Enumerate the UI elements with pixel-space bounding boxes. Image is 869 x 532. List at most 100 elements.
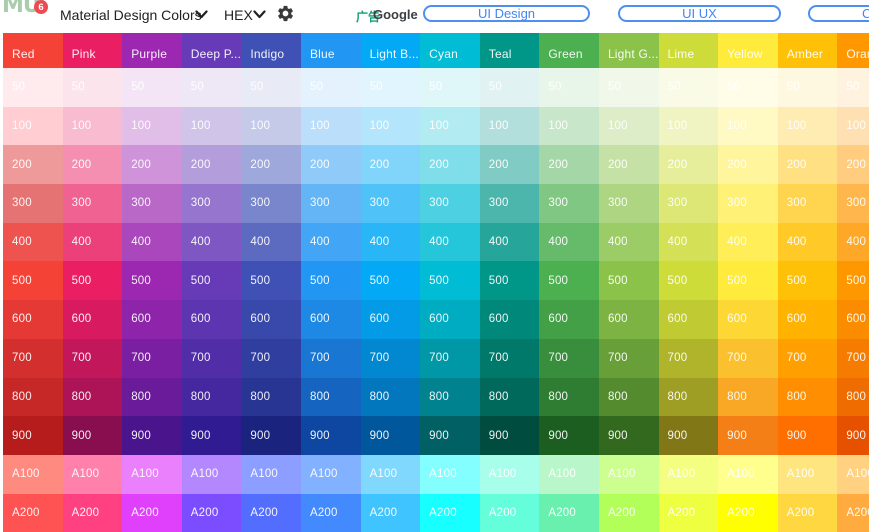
color-swatch-blue-a100[interactable]: A100 [301, 455, 361, 494]
color-swatch-yellow-400[interactable]: 400 [718, 223, 778, 262]
color-swatch-pink-50[interactable]: 50 [63, 68, 123, 107]
color-swatch-green-600[interactable]: 600 [539, 300, 599, 339]
color-swatch-amber-200[interactable]: 200 [778, 145, 838, 184]
color-swatch-purple-300[interactable]: 300 [122, 184, 182, 223]
color-swatch-deep-purple-300[interactable]: 300 [182, 184, 242, 223]
color-swatch-teal-400[interactable]: 400 [480, 223, 540, 262]
column-header-orange[interactable]: Orange [837, 33, 869, 68]
color-swatch-yellow-900[interactable]: 900 [718, 416, 778, 455]
color-swatch-cyan-100[interactable]: 100 [420, 107, 480, 146]
color-swatch-indigo-100[interactable]: 100 [241, 107, 301, 146]
settings-gear-icon[interactable] [276, 4, 295, 23]
color-swatch-light-blue-700[interactable]: 700 [361, 339, 421, 378]
color-swatch-light-green-800[interactable]: 800 [599, 378, 659, 417]
color-swatch-purple-500[interactable]: 500 [122, 261, 182, 300]
color-swatch-yellow-200[interactable]: 200 [718, 145, 778, 184]
color-swatch-lime-300[interactable]: 300 [659, 184, 719, 223]
color-swatch-cyan-200[interactable]: 200 [420, 145, 480, 184]
color-swatch-purple-a100[interactable]: A100 [122, 455, 182, 494]
color-swatch-light-green-900[interactable]: 900 [599, 416, 659, 455]
color-swatch-blue-500[interactable]: 500 [301, 261, 361, 300]
color-swatch-teal-a200[interactable]: A200 [480, 494, 540, 532]
color-swatch-orange-100[interactable]: 100 [837, 107, 869, 146]
color-swatch-yellow-500[interactable]: 500 [718, 261, 778, 300]
color-swatch-light-blue-600[interactable]: 600 [361, 300, 421, 339]
column-header-lime[interactable]: Lime [659, 33, 719, 68]
color-swatch-red-900[interactable]: 900 [3, 416, 63, 455]
color-swatch-amber-a200[interactable]: A200 [778, 494, 838, 532]
color-swatch-cyan-700[interactable]: 700 [420, 339, 480, 378]
color-swatch-purple-700[interactable]: 700 [122, 339, 182, 378]
color-swatch-green-50[interactable]: 50 [539, 68, 599, 107]
color-swatch-light-blue-300[interactable]: 300 [361, 184, 421, 223]
color-swatch-green-100[interactable]: 100 [539, 107, 599, 146]
color-swatch-indigo-a200[interactable]: A200 [241, 494, 301, 532]
color-swatch-light-green-400[interactable]: 400 [599, 223, 659, 262]
color-swatch-purple-a200[interactable]: A200 [122, 494, 182, 532]
color-swatch-deep-purple-800[interactable]: 800 [182, 378, 242, 417]
color-swatch-light-blue-a200[interactable]: A200 [361, 494, 421, 532]
color-swatch-light-green-200[interactable]: 200 [599, 145, 659, 184]
color-swatch-pink-900[interactable]: 900 [63, 416, 123, 455]
color-swatch-green-a200[interactable]: A200 [539, 494, 599, 532]
color-swatch-red-700[interactable]: 700 [3, 339, 63, 378]
color-swatch-pink-700[interactable]: 700 [63, 339, 123, 378]
color-swatch-indigo-500[interactable]: 500 [241, 261, 301, 300]
color-swatch-orange-a100[interactable]: A100 [837, 455, 869, 494]
color-swatch-indigo-a100[interactable]: A100 [241, 455, 301, 494]
color-swatch-light-blue-800[interactable]: 800 [361, 378, 421, 417]
column-header-purple[interactable]: Purple [122, 33, 182, 68]
color-swatch-deep-purple-50[interactable]: 50 [182, 68, 242, 107]
color-swatch-light-green-100[interactable]: 100 [599, 107, 659, 146]
color-swatch-lime-50[interactable]: 50 [659, 68, 719, 107]
ad-button-ui-ux[interactable]: UI UX [618, 5, 781, 22]
column-header-cyan[interactable]: Cyan [420, 33, 480, 68]
color-swatch-green-200[interactable]: 200 [539, 145, 599, 184]
color-swatch-orange-a200[interactable]: A200 [837, 494, 869, 532]
color-swatch-yellow-50[interactable]: 50 [718, 68, 778, 107]
color-swatch-lime-200[interactable]: 200 [659, 145, 719, 184]
color-swatch-pink-200[interactable]: 200 [63, 145, 123, 184]
color-swatch-pink-500[interactable]: 500 [63, 261, 123, 300]
color-swatch-orange-200[interactable]: 200 [837, 145, 869, 184]
color-swatch-pink-300[interactable]: 300 [63, 184, 123, 223]
color-swatch-green-800[interactable]: 800 [539, 378, 599, 417]
color-swatch-amber-600[interactable]: 600 [778, 300, 838, 339]
color-swatch-pink-800[interactable]: 800 [63, 378, 123, 417]
color-swatch-teal-200[interactable]: 200 [480, 145, 540, 184]
color-swatch-lime-a200[interactable]: A200 [659, 494, 719, 532]
color-swatch-yellow-300[interactable]: 300 [718, 184, 778, 223]
column-header-light-green[interactable]: Light G... [599, 33, 659, 68]
color-swatch-amber-a100[interactable]: A100 [778, 455, 838, 494]
color-swatch-teal-800[interactable]: 800 [480, 378, 540, 417]
color-swatch-deep-purple-600[interactable]: 600 [182, 300, 242, 339]
color-swatch-blue-800[interactable]: 800 [301, 378, 361, 417]
color-swatch-purple-400[interactable]: 400 [122, 223, 182, 262]
color-swatch-yellow-a200[interactable]: A200 [718, 494, 778, 532]
color-swatch-orange-500[interactable]: 500 [837, 261, 869, 300]
color-swatch-deep-purple-100[interactable]: 100 [182, 107, 242, 146]
color-swatch-yellow-800[interactable]: 800 [718, 378, 778, 417]
color-swatch-yellow-a100[interactable]: A100 [718, 455, 778, 494]
color-swatch-orange-600[interactable]: 600 [837, 300, 869, 339]
color-swatch-teal-100[interactable]: 100 [480, 107, 540, 146]
color-swatch-light-green-a200[interactable]: A200 [599, 494, 659, 532]
color-swatch-cyan-400[interactable]: 400 [420, 223, 480, 262]
color-swatch-light-blue-50[interactable]: 50 [361, 68, 421, 107]
color-swatch-amber-300[interactable]: 300 [778, 184, 838, 223]
color-swatch-amber-500[interactable]: 500 [778, 261, 838, 300]
color-swatch-lime-900[interactable]: 900 [659, 416, 719, 455]
color-swatch-teal-600[interactable]: 600 [480, 300, 540, 339]
color-swatch-red-300[interactable]: 300 [3, 184, 63, 223]
color-swatch-amber-800[interactable]: 800 [778, 378, 838, 417]
color-swatch-amber-900[interactable]: 900 [778, 416, 838, 455]
color-swatch-lime-600[interactable]: 600 [659, 300, 719, 339]
color-swatch-pink-a100[interactable]: A100 [63, 455, 123, 494]
color-swatch-light-blue-a100[interactable]: A100 [361, 455, 421, 494]
color-swatch-indigo-400[interactable]: 400 [241, 223, 301, 262]
color-swatch-orange-700[interactable]: 700 [837, 339, 869, 378]
color-swatch-red-500[interactable]: 500 [3, 261, 63, 300]
color-swatch-blue-900[interactable]: 900 [301, 416, 361, 455]
color-swatch-amber-50[interactable]: 50 [778, 68, 838, 107]
color-swatch-purple-800[interactable]: 800 [122, 378, 182, 417]
